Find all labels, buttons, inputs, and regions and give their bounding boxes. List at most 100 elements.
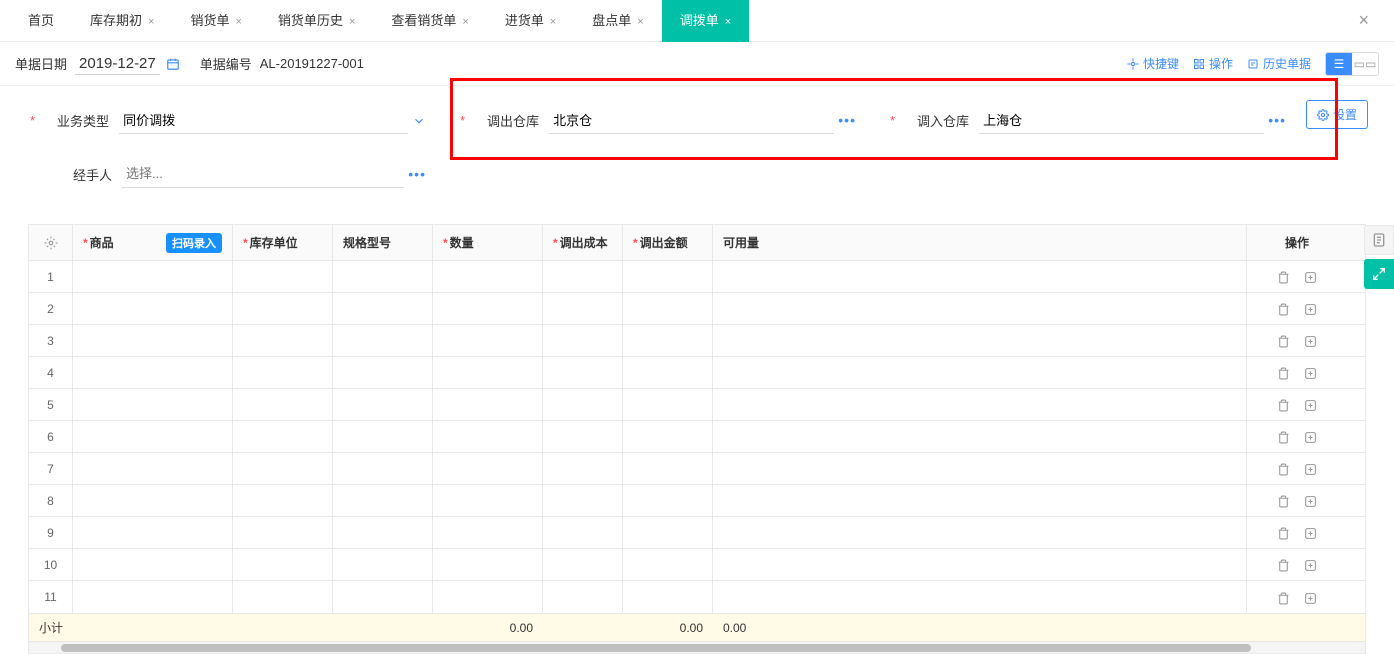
- delete-row-icon[interactable]: [1277, 525, 1290, 540]
- cell-avail[interactable]: [713, 389, 1247, 420]
- cell-amt[interactable]: [623, 293, 713, 324]
- delete-row-icon[interactable]: [1277, 365, 1290, 380]
- tab-purchase[interactable]: 进货单×: [487, 0, 574, 42]
- delete-row-icon[interactable]: [1277, 493, 1290, 508]
- delete-row-icon[interactable]: [1277, 589, 1290, 604]
- table-row[interactable]: 6: [29, 421, 1365, 453]
- cell-product[interactable]: [73, 549, 233, 580]
- cell-qty[interactable]: [433, 453, 543, 484]
- tab-home[interactable]: 首页: [10, 0, 72, 42]
- close-icon[interactable]: ×: [349, 16, 355, 28]
- cell-avail[interactable]: [713, 325, 1247, 356]
- cell-avail[interactable]: [713, 581, 1247, 613]
- horizontal-scrollbar[interactable]: [29, 641, 1365, 653]
- cell-unit[interactable]: [233, 485, 333, 516]
- table-row[interactable]: 11: [29, 581, 1365, 613]
- add-row-icon[interactable]: [1304, 525, 1317, 540]
- cell-avail[interactable]: [713, 261, 1247, 292]
- tab-transfer[interactable]: 调拨单×: [662, 0, 749, 42]
- cell-product[interactable]: [73, 453, 233, 484]
- close-icon[interactable]: ×: [637, 16, 643, 28]
- cell-product[interactable]: [73, 421, 233, 452]
- delete-row-icon[interactable]: [1277, 429, 1290, 444]
- cell-qty[interactable]: [433, 421, 543, 452]
- calendar-icon[interactable]: [166, 56, 180, 72]
- cell-cost[interactable]: [543, 453, 623, 484]
- history-button[interactable]: 历史单据: [1247, 55, 1311, 72]
- scan-input-button[interactable]: 扫码录入: [166, 233, 222, 253]
- tab-inventory-check[interactable]: 盘点单×: [574, 0, 661, 42]
- cell-spec[interactable]: [333, 517, 433, 548]
- cell-spec[interactable]: [333, 453, 433, 484]
- cell-cost[interactable]: [543, 549, 623, 580]
- cell-product[interactable]: [73, 485, 233, 516]
- cell-qty[interactable]: [433, 293, 543, 324]
- cell-qty[interactable]: [433, 389, 543, 420]
- table-row[interactable]: 4: [29, 357, 1365, 389]
- notes-icon[interactable]: [1364, 225, 1394, 255]
- table-row[interactable]: 1: [29, 261, 1365, 293]
- view-grid-icon[interactable]: ▭▭: [1352, 53, 1378, 75]
- fullscreen-icon[interactable]: [1364, 259, 1394, 289]
- close-icon[interactable]: ×: [235, 16, 241, 28]
- cell-qty[interactable]: [433, 261, 543, 292]
- handler-input[interactable]: [122, 160, 404, 188]
- cell-avail[interactable]: [713, 357, 1247, 388]
- cell-cost[interactable]: [543, 293, 623, 324]
- in-warehouse-input[interactable]: [979, 106, 1264, 134]
- chevron-down-icon[interactable]: [408, 112, 430, 128]
- cell-unit[interactable]: [233, 389, 333, 420]
- cell-spec[interactable]: [333, 581, 433, 613]
- cell-qty[interactable]: [433, 549, 543, 580]
- cell-spec[interactable]: [333, 421, 433, 452]
- delete-row-icon[interactable]: [1277, 269, 1290, 284]
- close-icon[interactable]: ×: [462, 16, 468, 28]
- cell-spec[interactable]: [333, 261, 433, 292]
- cell-amt[interactable]: [623, 261, 713, 292]
- shortcut-button[interactable]: 快捷键: [1127, 55, 1179, 72]
- close-icon[interactable]: ×: [148, 16, 154, 28]
- table-row[interactable]: 8: [29, 485, 1365, 517]
- cell-qty[interactable]: [433, 357, 543, 388]
- table-row[interactable]: 3: [29, 325, 1365, 357]
- cell-qty[interactable]: [433, 485, 543, 516]
- cell-unit[interactable]: [233, 357, 333, 388]
- delete-row-icon[interactable]: [1277, 397, 1290, 412]
- cell-unit[interactable]: [233, 421, 333, 452]
- cell-product[interactable]: [73, 389, 233, 420]
- cell-avail[interactable]: [713, 453, 1247, 484]
- cell-unit[interactable]: [233, 549, 333, 580]
- cell-qty[interactable]: [433, 325, 543, 356]
- add-row-icon[interactable]: [1304, 461, 1317, 476]
- more-icon[interactable]: •••: [1264, 112, 1290, 128]
- cell-avail[interactable]: [713, 293, 1247, 324]
- cell-spec[interactable]: [333, 357, 433, 388]
- add-row-icon[interactable]: [1304, 557, 1317, 572]
- cell-cost[interactable]: [543, 517, 623, 548]
- cell-amt[interactable]: [623, 517, 713, 548]
- add-row-icon[interactable]: [1304, 493, 1317, 508]
- biz-type-input[interactable]: [119, 106, 408, 134]
- cell-amt[interactable]: [623, 389, 713, 420]
- tab-sales-order[interactable]: 销货单×: [172, 0, 259, 42]
- gear-icon[interactable]: [29, 225, 73, 260]
- cell-cost[interactable]: [543, 421, 623, 452]
- cell-avail[interactable]: [713, 517, 1247, 548]
- cell-unit[interactable]: [233, 261, 333, 292]
- add-row-icon[interactable]: [1304, 365, 1317, 380]
- cell-cost[interactable]: [543, 485, 623, 516]
- cell-amt[interactable]: [623, 421, 713, 452]
- delete-row-icon[interactable]: [1277, 333, 1290, 348]
- cell-unit[interactable]: [233, 293, 333, 324]
- cell-cost[interactable]: [543, 389, 623, 420]
- cell-spec[interactable]: [333, 485, 433, 516]
- table-row[interactable]: 7: [29, 453, 1365, 485]
- close-icon[interactable]: ×: [725, 16, 731, 28]
- cell-unit[interactable]: [233, 453, 333, 484]
- cell-product[interactable]: [73, 293, 233, 324]
- delete-row-icon[interactable]: [1277, 301, 1290, 316]
- table-row[interactable]: 5: [29, 389, 1365, 421]
- table-row[interactable]: 2: [29, 293, 1365, 325]
- cell-spec[interactable]: [333, 325, 433, 356]
- cell-product[interactable]: [73, 261, 233, 292]
